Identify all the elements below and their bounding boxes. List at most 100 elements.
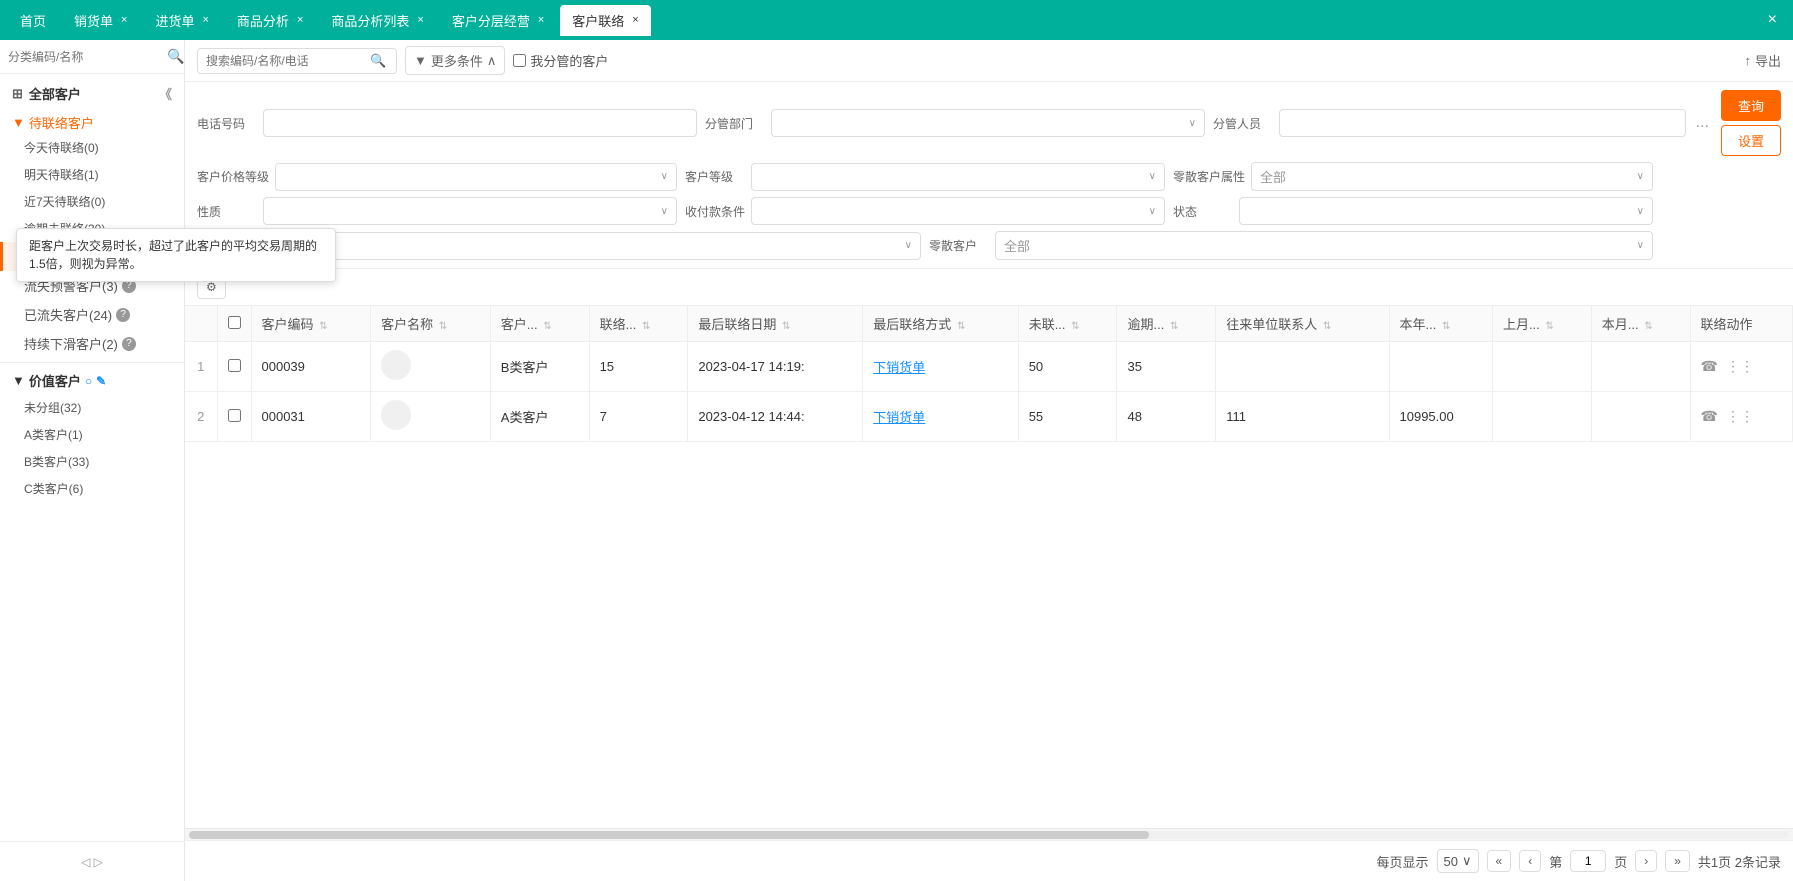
- edit-icon-2[interactable]: ✎: [96, 374, 106, 388]
- per-page-select[interactable]: 50 ∨: [1437, 849, 1479, 873]
- sidebar-all-customers[interactable]: ⊞ 全部客户 《: [0, 78, 184, 109]
- nav-tab-home[interactable]: 首页: [8, 5, 58, 36]
- filter-zero-scatter-attr: 零散客户属性 全部 ∨: [1173, 162, 1653, 191]
- dept-select[interactable]: ∨: [771, 109, 1205, 137]
- export-icon: ↑: [1744, 53, 1751, 68]
- sidebar-item-unclassified[interactable]: 未分组(32): [0, 394, 184, 421]
- row2-method-link[interactable]: 下销货单: [873, 410, 925, 425]
- payment-terms-select[interactable]: ∨: [751, 197, 1165, 225]
- manager-more-icon[interactable]: ...: [1692, 114, 1713, 132]
- close-product-list-tab[interactable]: ×: [417, 14, 423, 26]
- nav-tab-product-list[interactable]: 商品分析列表 ×: [319, 5, 435, 36]
- close-all-tabs[interactable]: ×: [1760, 7, 1785, 33]
- row1-last-method: 下销货单: [863, 342, 1018, 392]
- price-level-select[interactable]: ∨: [275, 163, 677, 191]
- sidebar-collapse-btn[interactable]: 《: [159, 84, 172, 103]
- filter-search-icon[interactable]: 🔍: [370, 53, 386, 69]
- row2-code: 000031: [251, 392, 371, 442]
- sort-icon-uncontacted: ⇅: [1071, 321, 1079, 332]
- zero-scatter-attr-select[interactable]: 全部 ∨: [1251, 162, 1653, 191]
- sidebar-item-class-c[interactable]: C类客户(6): [0, 475, 184, 502]
- zero-scatter-select[interactable]: 全部 ∨: [995, 231, 1653, 260]
- sidebar-item-class-b[interactable]: B类客户(33): [0, 448, 184, 475]
- query-button[interactable]: 查询: [1721, 90, 1781, 121]
- my-customers-checkbox[interactable]: [513, 54, 526, 67]
- sidebar-item-churned[interactable]: 已流失客户(24) ?: [0, 300, 184, 329]
- nav-tab-product-analysis[interactable]: 商品分析 ×: [225, 5, 315, 36]
- status-chevron-icon: ∨: [1637, 206, 1644, 217]
- col-overdue: 逾期... ⇅: [1117, 306, 1216, 342]
- close-product-analysis-tab[interactable]: ×: [297, 14, 303, 26]
- next-page-btn[interactable]: ›: [1635, 850, 1657, 872]
- close-customer-stratify-tab[interactable]: ×: [538, 14, 544, 26]
- row2-num: 2: [185, 392, 217, 442]
- more-conditions-btn[interactable]: ▼ 更多条件 ∧: [405, 46, 505, 75]
- last-page-btn[interactable]: »: [1665, 850, 1690, 872]
- export-btn[interactable]: ↑ 导出: [1744, 51, 1781, 70]
- my-customers-check[interactable]: 我分管的客户: [513, 51, 608, 70]
- customer-type-select[interactable]: ∨: [292, 232, 921, 260]
- content-area: 距客户上次交易时长，超过了此客户的平均交易周期的1.5倍，则视为异常。 🔍 ▼ …: [185, 40, 1793, 881]
- sidebar-divider: [0, 362, 184, 363]
- row2-type: A类客户: [490, 392, 589, 442]
- nav-tab-customer-stratify[interactable]: 客户分层经营 ×: [440, 5, 556, 36]
- dept-chevron-icon: ∨: [1189, 118, 1196, 129]
- col-action: 联络动作: [1690, 306, 1793, 342]
- sidebar-item-declining[interactable]: 持续下滑客户(2) ?: [0, 329, 184, 358]
- row1-more-icon[interactable]: ⋮⋮: [1726, 358, 1754, 375]
- h-scrollbar-track: [189, 831, 1789, 839]
- row1-method-link[interactable]: 下销货单: [873, 360, 925, 375]
- action-buttons: 查询 设置: [1721, 90, 1781, 156]
- close-purchase-tab[interactable]: ×: [202, 14, 208, 26]
- close-sales-tab[interactable]: ×: [121, 14, 127, 26]
- first-page-btn[interactable]: «: [1487, 850, 1512, 872]
- filter-search-input[interactable]: [206, 54, 366, 68]
- value-arrow-icon: ▼: [12, 373, 25, 388]
- row1-this-month: [1591, 342, 1690, 392]
- manager-input[interactable]: [1279, 109, 1686, 137]
- h-scrollbar-thumb: [189, 831, 1149, 839]
- row2-more-icon[interactable]: ⋮⋮: [1726, 408, 1754, 425]
- price-level-chevron-icon: ∨: [661, 171, 668, 182]
- filter-payment-terms: 收付款条件 ∨: [685, 197, 1165, 225]
- sidebar-item-7days[interactable]: 近7天待联络(0): [0, 188, 184, 215]
- select-all-checkbox[interactable]: [228, 316, 241, 329]
- h-scrollbar[interactable]: [185, 828, 1793, 840]
- sidebar-search-input[interactable]: [8, 50, 163, 64]
- row2-checkbox[interactable]: [228, 409, 241, 422]
- table-header-row: 客户编码 ⇅ 客户名称 ⇅ 客户... ⇅: [185, 306, 1793, 342]
- sidebar-item-today[interactable]: 今天待联络(0): [0, 134, 184, 161]
- sort-icon-this-month: ⇅: [1644, 321, 1652, 332]
- table-wrap: 客户编码 ⇅ 客户名称 ⇅ 客户... ⇅: [185, 306, 1793, 828]
- level-select[interactable]: ∨: [751, 163, 1165, 191]
- edit-icon[interactable]: ○: [85, 374, 92, 388]
- sort-icon-overdue: ⇅: [1170, 321, 1178, 332]
- filter-row-2: 客户价格等级 ∨ 客户等级 ∨ 零散客户属性 全部: [197, 162, 1781, 191]
- page-input[interactable]: [1570, 850, 1606, 872]
- col-uncontacted: 未联... ⇅: [1018, 306, 1117, 342]
- nav-tab-sales[interactable]: 销货单 ×: [62, 5, 139, 36]
- filter-manager: 分管人员 ...: [1213, 109, 1713, 137]
- prev-page-btn[interactable]: ‹: [1519, 850, 1541, 872]
- settings-button[interactable]: 设置: [1721, 125, 1781, 156]
- nav-tab-customer-contact[interactable]: 客户联络 ×: [560, 5, 650, 36]
- sidebar-bottom: ◁ ▷: [0, 841, 184, 881]
- sidebar-value-group: ▼ 价值客户 ○ ✎: [0, 367, 184, 394]
- row2-this-year: 10995.00: [1389, 392, 1492, 442]
- sidebar-item-tomorrow[interactable]: 明天待联络(1): [0, 161, 184, 188]
- filter-zero-scatter: 零散客户 全部 ∨: [929, 231, 1653, 260]
- info-icon-3: ?: [116, 308, 130, 322]
- table-toolbar: ⚙: [185, 269, 1793, 306]
- total-info: 共1页 2条记录: [1698, 852, 1781, 871]
- row2-phone-icon[interactable]: ☎: [1701, 408, 1718, 425]
- phone-input[interactable]: [263, 109, 697, 137]
- filter-price-level: 客户价格等级 ∨: [197, 163, 677, 191]
- status-select[interactable]: ∨: [1239, 197, 1653, 225]
- sidebar-search-icon[interactable]: 🔍: [167, 48, 184, 65]
- close-customer-contact-tab[interactable]: ×: [632, 14, 638, 26]
- row1-checkbox[interactable]: [228, 359, 241, 372]
- gender-select[interactable]: ∨: [263, 197, 677, 225]
- nav-tab-purchase[interactable]: 进货单 ×: [143, 5, 220, 36]
- row1-phone-icon[interactable]: ☎: [1701, 358, 1718, 375]
- sidebar-item-class-a[interactable]: A类客户(1): [0, 421, 184, 448]
